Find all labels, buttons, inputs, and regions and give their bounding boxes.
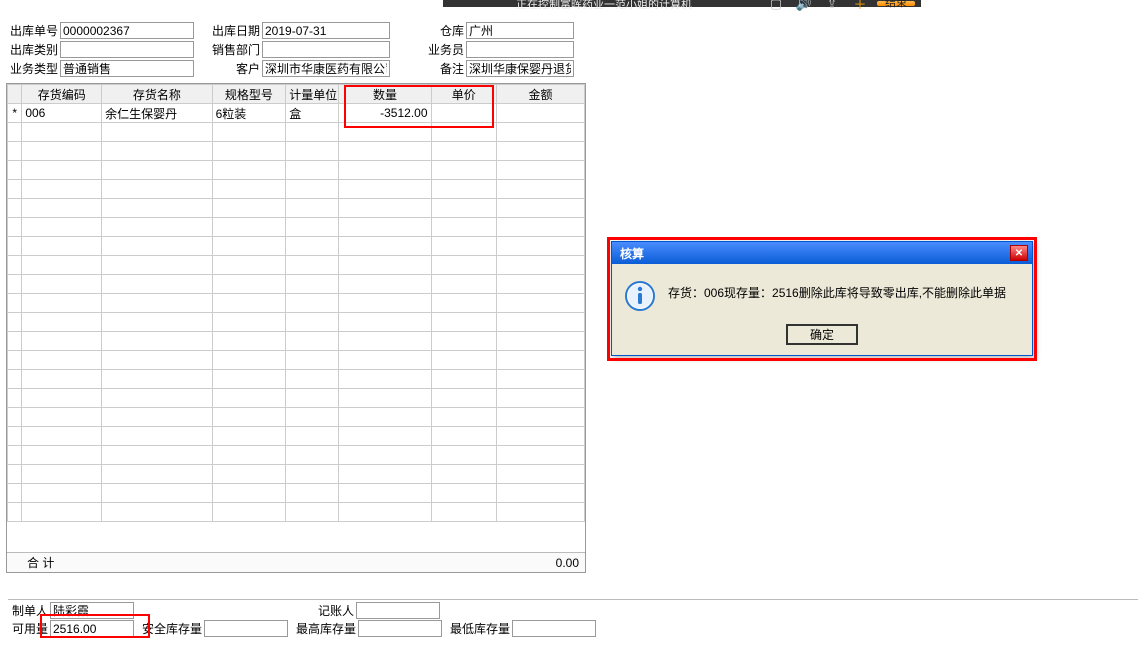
out-type-input[interactable] — [60, 41, 194, 58]
col-code-header[interactable]: 存货编码 — [22, 85, 102, 104]
col-amount-header[interactable]: 金额 — [496, 85, 584, 104]
sales-dept-input[interactable] — [262, 41, 390, 58]
alert-dialog: 核算 ✕ 存货：006现存量：2516删除此库将导致零出库,不能删除此单据 确定 — [611, 241, 1033, 356]
table-row[interactable] — [8, 446, 585, 465]
doc-no-input[interactable] — [60, 22, 194, 39]
cell-code[interactable]: 006 — [22, 104, 102, 123]
close-icon[interactable]: ✕ — [1010, 245, 1028, 261]
doc-no-label: 出库单号 — [8, 22, 60, 39]
cell-marker: * — [8, 104, 22, 123]
table-row[interactable] — [8, 408, 585, 427]
ok-button[interactable]: 确定 — [786, 324, 858, 345]
available-label: 可用量 — [8, 620, 50, 637]
table-row[interactable] — [8, 275, 585, 294]
footer: 制单人 记账人 可用量 安全库存量 最高库存量 最低库存量 — [8, 599, 1138, 638]
remote-control-bar: 正在控制富晖药业一范小姐的计算机 ▢ 🔊 ⇪ ＋ 结束 — [443, 0, 921, 7]
share-icon[interactable]: ⇪ — [821, 1, 843, 6]
remote-message: 正在控制富晖药业一范小姐的计算机 — [443, 0, 765, 12]
dialog-title-text: 核算 — [616, 245, 1010, 262]
table-row[interactable] — [8, 161, 585, 180]
customer-input[interactable] — [262, 60, 390, 77]
table-row[interactable] — [8, 313, 585, 332]
table-row[interactable] — [8, 389, 585, 408]
bookkeeper-label: 记账人 — [314, 602, 356, 619]
cell-qty[interactable]: -3512.00 — [339, 104, 431, 123]
header-form: 出库单号 出库日期 仓库 出库类别 销售部门 业务员 业务类型 — [8, 22, 588, 79]
table-row[interactable] — [8, 180, 585, 199]
sales-dept-label: 销售部门 — [210, 41, 262, 58]
customer-label: 客户 — [234, 60, 262, 77]
biz-type-label: 业务类型 — [8, 60, 60, 77]
maker-label: 制单人 — [8, 602, 50, 619]
table-row[interactable] — [8, 503, 585, 522]
table-row[interactable] — [8, 427, 585, 446]
max-input[interactable] — [358, 620, 442, 637]
cell-amount[interactable] — [496, 104, 584, 123]
out-type-label: 出库类别 — [8, 41, 60, 58]
doc-date-label: 出库日期 — [210, 22, 262, 39]
remark-label: 备注 — [436, 60, 466, 77]
col-spec-header[interactable]: 规格型号 — [212, 85, 286, 104]
detail-table[interactable]: 存货编码 存货名称 规格型号 计量单位 数量 单价 金额 *006余仁生保婴丹6… — [7, 84, 585, 522]
col-qty-header[interactable]: 数量 — [339, 85, 431, 104]
volume-icon[interactable]: 🔊 — [793, 1, 815, 6]
max-label: 最高库存量 — [290, 620, 358, 637]
total-amount: 0.00 — [107, 553, 585, 572]
table-row[interactable] — [8, 142, 585, 161]
total-label: 合 计 — [7, 553, 107, 572]
cell-price[interactable] — [431, 104, 496, 123]
available-input[interactable] — [50, 620, 134, 637]
info-icon — [624, 280, 656, 312]
end-session-button[interactable]: 结束 — [877, 1, 915, 6]
col-price-header[interactable]: 单价 — [431, 85, 496, 104]
table-row[interactable] — [8, 465, 585, 484]
salesperson-input[interactable] — [466, 41, 574, 58]
warehouse-input[interactable] — [466, 22, 574, 39]
table-row[interactable] — [8, 332, 585, 351]
table-row[interactable] — [8, 199, 585, 218]
dialog-message: 存货：006现存量：2516删除此库将导致零出库,不能删除此单据 — [668, 280, 1006, 301]
cell-spec[interactable]: 6粒装 — [212, 104, 286, 123]
table-row[interactable] — [8, 256, 585, 275]
col-name-header[interactable]: 存货名称 — [102, 85, 212, 104]
table-row[interactable] — [8, 218, 585, 237]
table-row[interactable]: *006余仁生保婴丹6粒装盒-3512.00 — [8, 104, 585, 123]
bookkeeper-input[interactable] — [356, 602, 440, 619]
cell-name[interactable]: 余仁生保婴丹 — [102, 104, 212, 123]
safety-label: 安全库存量 — [136, 620, 204, 637]
col-marker-header[interactable] — [8, 85, 22, 104]
cell-unit[interactable]: 盒 — [286, 104, 339, 123]
maker-input[interactable] — [50, 602, 134, 619]
min-label: 最低库存量 — [444, 620, 512, 637]
table-row[interactable] — [8, 294, 585, 313]
biz-type-input[interactable] — [60, 60, 194, 77]
remark-input[interactable] — [466, 60, 574, 77]
warehouse-label: 仓库 — [436, 22, 466, 39]
total-row: 合 计 0.00 — [7, 552, 585, 572]
table-row[interactable] — [8, 484, 585, 503]
table-row[interactable] — [8, 123, 585, 142]
plus-icon[interactable]: ＋ — [849, 1, 871, 6]
table-row[interactable] — [8, 370, 585, 389]
col-unit-header[interactable]: 计量单位 — [286, 85, 339, 104]
salesperson-label: 业务员 — [424, 41, 466, 58]
table-wrap: 存货编码 存货名称 规格型号 计量单位 数量 单价 金额 *006余仁生保婴丹6… — [6, 83, 586, 573]
remote-buttons: ▢ 🔊 ⇪ ＋ 结束 — [765, 1, 921, 6]
screen-icon[interactable]: ▢ — [765, 1, 787, 6]
dialog-titlebar[interactable]: 核算 ✕ — [612, 242, 1032, 264]
table-row[interactable] — [8, 351, 585, 370]
safety-input[interactable] — [204, 620, 288, 637]
doc-date-input[interactable] — [262, 22, 390, 39]
table-row[interactable] — [8, 237, 585, 256]
min-input[interactable] — [512, 620, 596, 637]
